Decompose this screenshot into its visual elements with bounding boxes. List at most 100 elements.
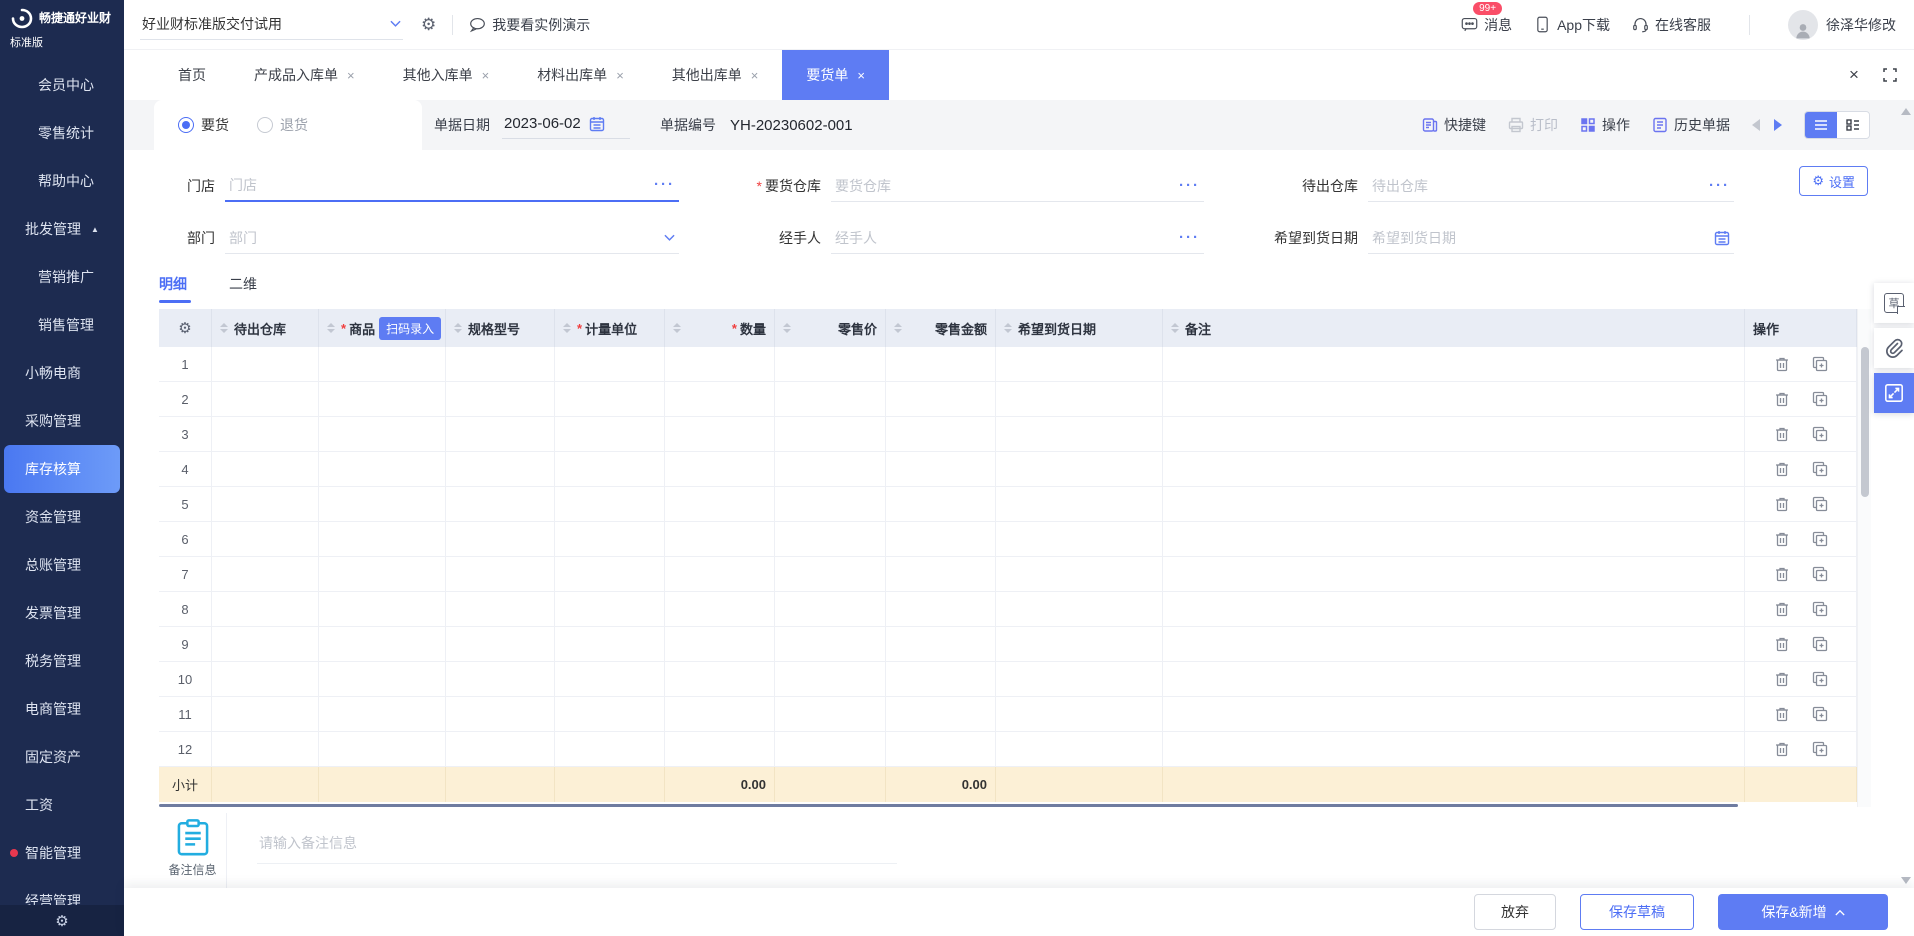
column-header-规格型号[interactable]: 规格型号 xyxy=(446,309,555,347)
grid-cell[interactable] xyxy=(886,417,996,451)
grid-cell[interactable] xyxy=(319,627,446,661)
expand-button[interactable] xyxy=(1874,373,1914,413)
grid-cell[interactable] xyxy=(212,452,319,486)
grid-cell[interactable] xyxy=(555,522,665,556)
column-header-计量单位[interactable]: * 计量单位 xyxy=(555,309,665,347)
attachment-button[interactable] xyxy=(1874,328,1914,368)
sidebar-item-税务管理[interactable]: 税务管理 xyxy=(0,637,124,685)
department-input[interactable]: 部门 xyxy=(225,222,679,254)
grid-cell[interactable] xyxy=(775,487,886,521)
copy-add-row-icon[interactable] xyxy=(1812,671,1828,687)
radio-return-goods[interactable]: 退货 xyxy=(257,115,308,135)
grid-cell[interactable] xyxy=(555,557,665,591)
grid-cell[interactable] xyxy=(886,557,996,591)
copy-add-row-icon[interactable] xyxy=(1812,601,1828,617)
delete-row-icon[interactable] xyxy=(1774,741,1790,757)
delete-row-icon[interactable] xyxy=(1774,391,1790,407)
date-field[interactable]: 2023-06-02 xyxy=(502,111,630,139)
sort-icon[interactable] xyxy=(563,323,571,333)
grid-cell[interactable] xyxy=(555,592,665,626)
grid-cell[interactable] xyxy=(319,452,446,486)
grid-cell[interactable] xyxy=(319,522,446,556)
sidebar-item-库存核算[interactable]: 库存核算 xyxy=(4,445,120,493)
note-input[interactable]: 请输入备注信息 xyxy=(227,813,1872,891)
save-and-new-button[interactable]: 保存&新增 xyxy=(1718,894,1888,930)
grid-cell[interactable] xyxy=(1163,522,1745,556)
table-scrollbar[interactable] xyxy=(1857,309,1871,807)
sidebar-item-工资[interactable]: 工资 xyxy=(0,781,124,829)
sort-icon[interactable] xyxy=(327,323,335,333)
expect-date-input[interactable]: 希望到货日期 xyxy=(1368,222,1734,254)
copy-add-row-icon[interactable] xyxy=(1812,426,1828,442)
scroll-down-arrow[interactable] xyxy=(1901,877,1911,884)
grid-cell[interactable] xyxy=(1163,592,1745,626)
print-button[interactable]: 打印 xyxy=(1508,115,1558,135)
fullscreen-button[interactable] xyxy=(1872,50,1908,100)
tab-其他出库单[interactable]: 其他出库单 × xyxy=(648,50,783,100)
delete-row-icon[interactable] xyxy=(1774,601,1790,617)
sort-icon[interactable] xyxy=(1004,323,1012,333)
grid-cell[interactable] xyxy=(996,627,1163,661)
actions-button[interactable]: 操作 xyxy=(1580,115,1630,135)
ellipsis-picker-icon[interactable]: ··· xyxy=(1709,178,1730,193)
grid-cell[interactable] xyxy=(319,382,446,416)
sidebar-item-智能管理[interactable]: 智能管理 xyxy=(0,829,124,877)
grid-cell[interactable] xyxy=(212,662,319,696)
grid-cell[interactable] xyxy=(886,487,996,521)
close-all-button[interactable]: × xyxy=(1836,50,1872,100)
tab-close-icon[interactable]: × xyxy=(857,68,865,83)
settings-button[interactable]: ⚙ 设置 xyxy=(1799,166,1868,196)
grid-cell[interactable] xyxy=(996,382,1163,416)
chevron-down-icon[interactable] xyxy=(664,234,675,242)
radio-want-goods[interactable]: 要货 xyxy=(178,115,229,135)
grid-cell[interactable] xyxy=(446,347,555,381)
grid-cell[interactable] xyxy=(775,732,886,766)
grid-cell[interactable] xyxy=(996,522,1163,556)
grid-cell[interactable] xyxy=(212,347,319,381)
grid-cell[interactable] xyxy=(1163,627,1745,661)
column-settings-button[interactable]: ⚙ xyxy=(159,309,212,347)
tab-detail[interactable]: 明细 xyxy=(159,274,191,303)
delete-row-icon[interactable] xyxy=(1774,636,1790,652)
store-input[interactable]: 门店 ··· xyxy=(225,170,679,202)
list-view-button[interactable] xyxy=(1805,112,1837,138)
grid-cell[interactable] xyxy=(446,697,555,731)
delete-row-icon[interactable] xyxy=(1774,531,1790,547)
grid-cell[interactable] xyxy=(665,347,775,381)
scan-entry-button[interactable]: 扫码录入 xyxy=(379,316,442,340)
grid-cell[interactable] xyxy=(555,732,665,766)
gear-icon[interactable]: ⚙ xyxy=(421,15,436,35)
grid-cell[interactable] xyxy=(886,592,996,626)
grid-cell[interactable] xyxy=(775,557,886,591)
grid-cell[interactable] xyxy=(775,592,886,626)
grid-cell[interactable] xyxy=(886,382,996,416)
grid-cell[interactable] xyxy=(775,522,886,556)
copy-add-row-icon[interactable] xyxy=(1812,391,1828,407)
sidebar-settings-button[interactable]: ⚙ xyxy=(0,905,124,936)
delete-row-icon[interactable] xyxy=(1774,566,1790,582)
grid-cell[interactable] xyxy=(1163,662,1745,696)
grid-cell[interactable] xyxy=(886,627,996,661)
sort-icon[interactable] xyxy=(783,323,791,333)
scroll-up-arrow[interactable] xyxy=(1901,108,1911,115)
sort-icon[interactable] xyxy=(894,323,902,333)
grid-cell[interactable] xyxy=(1163,417,1745,451)
grid-cell[interactable] xyxy=(665,662,775,696)
history-button[interactable]: 历史单据 xyxy=(1652,115,1730,135)
tab-close-icon[interactable]: × xyxy=(347,68,355,83)
grid-cell[interactable] xyxy=(996,452,1163,486)
shortcut-button[interactable]: 快捷键 xyxy=(1422,115,1486,135)
sidebar-item-采购管理[interactable]: 采购管理 xyxy=(0,397,124,445)
grid-cell[interactable] xyxy=(319,732,446,766)
grid-cell[interactable] xyxy=(212,522,319,556)
grid-cell[interactable] xyxy=(212,487,319,521)
prev-doc-arrow[interactable] xyxy=(1752,119,1760,131)
copy-add-row-icon[interactable] xyxy=(1812,531,1828,547)
page-scrollbar[interactable] xyxy=(1899,104,1913,888)
grid-cell[interactable] xyxy=(775,662,886,696)
sidebar-item-零售统计[interactable]: 零售统计 xyxy=(0,109,124,157)
sort-icon[interactable] xyxy=(454,323,462,333)
next-doc-arrow[interactable] xyxy=(1774,119,1782,131)
grid-cell[interactable] xyxy=(319,592,446,626)
grid-cell[interactable] xyxy=(665,732,775,766)
